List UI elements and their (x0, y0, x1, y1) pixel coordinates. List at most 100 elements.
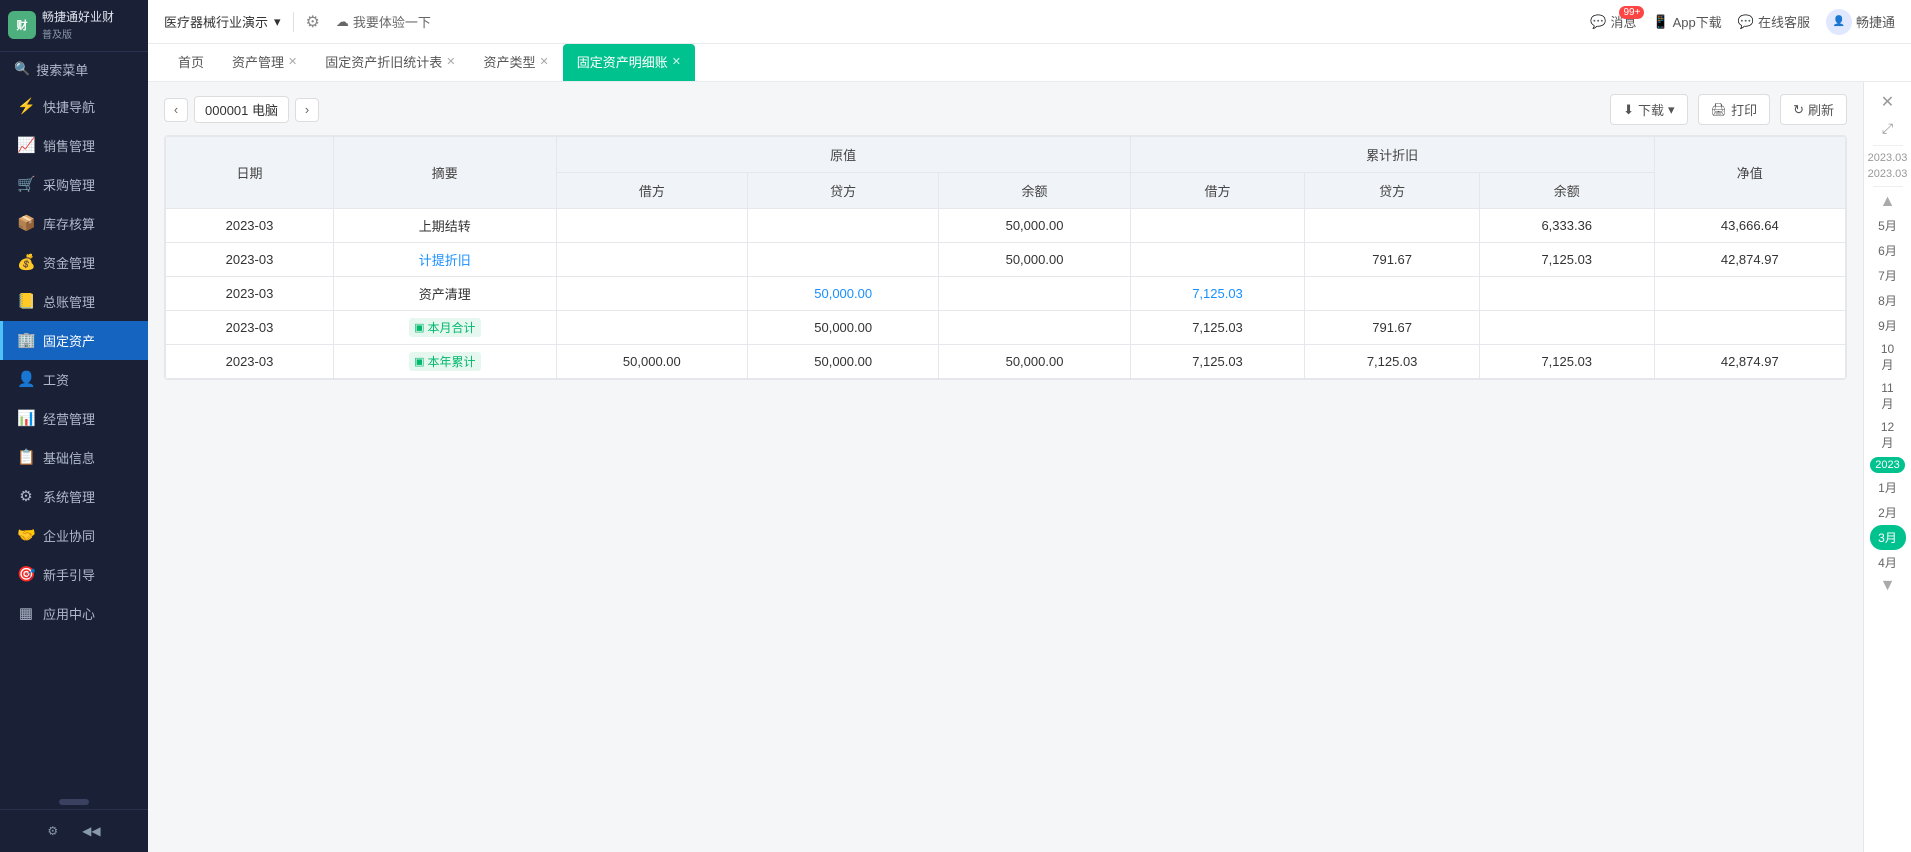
tab-asset-mgmt-close[interactable]: ✕ (288, 55, 297, 68)
panel-scroll-down[interactable]: ▼ (1878, 575, 1898, 597)
message-button[interactable]: 💬 消息 99+ (1590, 12, 1636, 31)
sidebar-item-purchase[interactable]: 🛒 采购管理 (0, 165, 148, 204)
enterprise-icon: 🤝 (17, 526, 35, 544)
cell-lj-balance: 7,125.03 (1479, 345, 1654, 379)
app-download-button[interactable]: 📱 App下载 (1652, 12, 1721, 31)
cell-lj-debit: 7,125.03 (1130, 311, 1305, 345)
quicknav-icon: ⚡ (17, 97, 35, 115)
cell-summary: 资产清理 (333, 277, 556, 311)
month-11[interactable]: 11月 (1870, 377, 1906, 416)
online-service-button[interactable]: 💬 在线客服 (1738, 12, 1810, 31)
month-1[interactable]: 1月 (1870, 475, 1906, 500)
asset-code: 000001 电脑 (205, 100, 278, 119)
sidebar-item-enterprise[interactable]: 🤝 企业协同 (0, 516, 148, 555)
collapse-button[interactable]: ◀◀ (72, 818, 110, 844)
tab-asset-detail[interactable]: 固定资产明细账 ✕ (563, 44, 695, 81)
right-panel: ✕ ⤢ 2023.03 2023.03 ▲ 5月 6月 7月 8月 9月 10月… (1863, 82, 1911, 852)
month-6[interactable]: 6月 (1870, 238, 1906, 263)
sidebar-item-salary[interactable]: 👤 工资 (0, 360, 148, 399)
sidebar-item-guide[interactable]: 🎯 新手引导 (0, 555, 148, 594)
cell-date: 2023-03 (166, 277, 334, 311)
panel-year-label-1: 2023.03 (1864, 150, 1911, 166)
asset-nav: ‹ 000001 电脑 › (164, 96, 319, 123)
cell-yz-debit (556, 243, 747, 277)
month-9[interactable]: 9月 (1870, 313, 1906, 338)
tab-asset-detail-close[interactable]: ✕ (672, 55, 681, 68)
col-summary: 摘要 (333, 137, 556, 209)
settings-icon[interactable]: ⚙ (306, 12, 320, 32)
funds-icon: 💰 (17, 253, 35, 271)
user-menu[interactable]: 👤 畅捷通 (1826, 9, 1895, 35)
app-center-icon: ▦ (17, 604, 35, 622)
app-title: 畅捷通好业财 普及版 (42, 10, 114, 41)
cell-yz-debit (556, 209, 747, 243)
next-asset-button[interactable]: › (295, 98, 319, 122)
tab-home[interactable]: 首页 (164, 44, 218, 81)
download-button[interactable]: ⬇ 下载 ▾ (1610, 94, 1687, 125)
ledger-icon: 📒 (17, 292, 35, 310)
tab-asset-type[interactable]: 资产类型 ✕ (469, 44, 562, 81)
cell-yz-debit: 50,000.00 (556, 345, 747, 379)
cell-date: 2023-03 (166, 209, 334, 243)
tab-depreciation-stat-close[interactable]: ✕ (446, 55, 455, 68)
experience-button[interactable]: ☁ 我要体验一下 (336, 12, 431, 31)
tab-depreciation-stat[interactable]: 固定资产折旧统计表 ✕ (311, 44, 469, 81)
month-2[interactable]: 2月 (1870, 500, 1906, 525)
panel-year-label-2: 2023.03 (1864, 166, 1911, 182)
sidebar-item-sales[interactable]: 📈 销售管理 (0, 126, 148, 165)
topbar-divider (293, 12, 294, 32)
col-yuanzhi-credit: 贷方 (748, 173, 939, 209)
sidebar-item-inventory[interactable]: 📦 库存核算 (0, 204, 148, 243)
month-7[interactable]: 7月 (1870, 263, 1906, 288)
panel-scroll-up[interactable]: ▲ (1878, 191, 1898, 213)
col-yuanzhi-debit: 借方 (556, 173, 747, 209)
guide-icon: 🎯 (17, 565, 35, 583)
cell-summary: 上期结转 (333, 209, 556, 243)
month-8[interactable]: 8月 (1870, 288, 1906, 313)
panel-expand-button[interactable]: ⤢ (1878, 116, 1897, 141)
month-4[interactable]: 4月 (1870, 550, 1906, 575)
year-badge[interactable]: 2023 (1870, 457, 1904, 473)
sidebar-item-fixed-assets[interactable]: 🏢 固定资产 (0, 321, 148, 360)
sidebar-item-funds[interactable]: 💰 资金管理 (0, 243, 148, 282)
month-10[interactable]: 10月 (1870, 338, 1906, 377)
year-tag-icon: ▣ (414, 355, 424, 368)
download-icon: ⬇ (1623, 102, 1634, 118)
month-5[interactable]: 5月 (1870, 213, 1906, 238)
table-row: 2023-03 ▣ 本年累计 50,000.00 50,000.00 50,00… (166, 345, 1846, 379)
sidebar-item-quicknav[interactable]: ⚡ 快捷导航 (0, 87, 148, 126)
cell-summary: 计提折旧 (333, 243, 556, 277)
settings-button[interactable]: ⚙ (37, 818, 68, 844)
month-12[interactable]: 12月 (1870, 416, 1906, 455)
panel-divider (1873, 145, 1903, 146)
tab-asset-type-close[interactable]: ✕ (540, 55, 549, 68)
cell-lj-debit (1130, 209, 1305, 243)
cell-lj-balance (1479, 277, 1654, 311)
service-icon: 💬 (1738, 14, 1754, 30)
table-row: 2023-03 上期结转 50,000.00 6,333.36 43,666.6… (166, 209, 1846, 243)
company-name: 医疗器械行业演示 (164, 12, 268, 31)
month-3-active[interactable]: 3月 (1870, 525, 1906, 550)
print-button[interactable]: 🖨 打印 (1698, 94, 1771, 125)
prev-asset-button[interactable]: ‹ (164, 98, 188, 122)
company-selector[interactable]: 医疗器械行业演示 ▾ (164, 12, 281, 31)
cell-yz-credit: 50,000.00 (748, 345, 939, 379)
sidebar-item-operations[interactable]: 📊 经营管理 (0, 399, 148, 438)
col-net-value: 净值 (1654, 137, 1845, 209)
content-area: ‹ 000001 电脑 › ⬇ 下载 ▾ 🖨 打印 (148, 82, 1911, 852)
refresh-button[interactable]: ↻ 刷新 (1780, 94, 1847, 125)
sidebar-header: 财 畅捷通好业财 普及版 (0, 0, 148, 52)
sidebar-item-ledger[interactable]: 📒 总账管理 (0, 282, 148, 321)
tab-asset-mgmt[interactable]: 资产管理 ✕ (218, 44, 311, 81)
sidebar-item-app-center[interactable]: ▦ 应用中心 (0, 594, 148, 633)
cell-lj-credit: 791.67 (1305, 311, 1480, 345)
panel-close-button[interactable]: ✕ (1877, 88, 1898, 116)
cell-lj-debit (1130, 243, 1305, 277)
fixed-assets-icon: 🏢 (17, 331, 35, 349)
sidebar-item-basic-info[interactable]: 📋 基础信息 (0, 438, 148, 477)
sidebar-item-search[interactable]: 🔍 搜索菜单 (0, 52, 148, 87)
month-tag: ▣ 本月合计 (409, 318, 480, 337)
col-date: 日期 (166, 137, 334, 209)
sidebar-item-system[interactable]: ⚙ 系统管理 (0, 477, 148, 516)
toolbar-right: ⬇ 下载 ▾ 🖨 打印 ↻ 刷新 (1610, 94, 1847, 125)
